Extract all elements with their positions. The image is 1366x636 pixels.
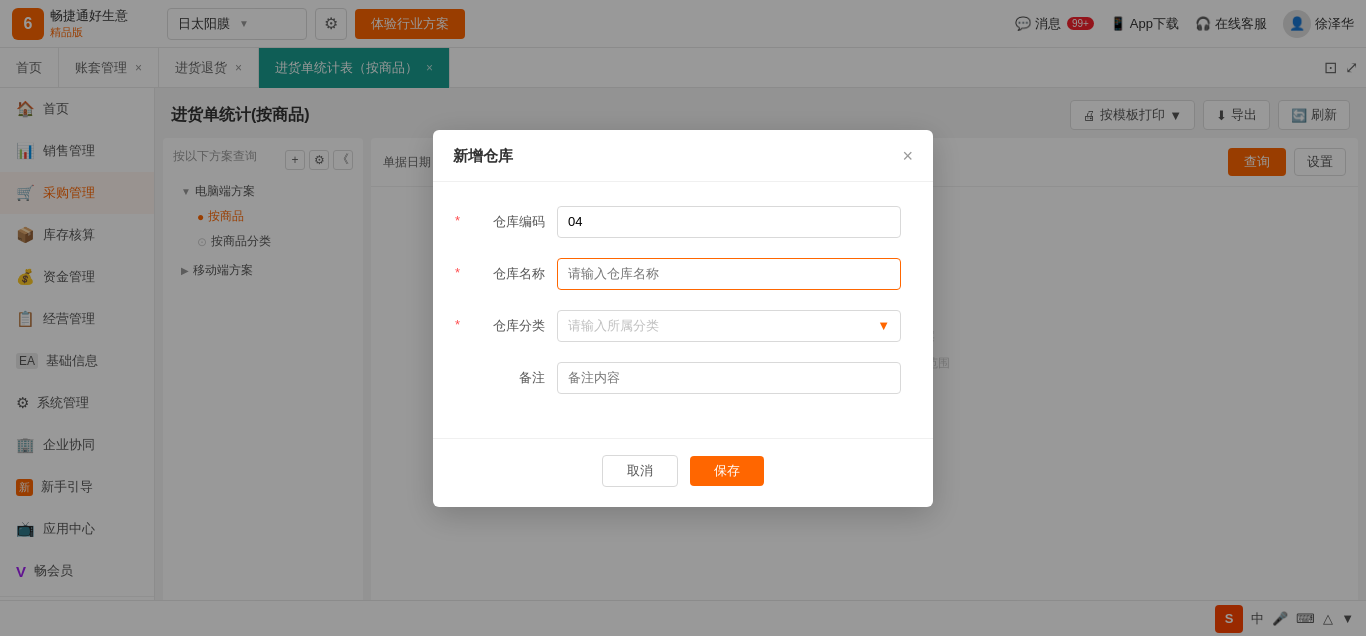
form-row-category: 仓库分类 请输入所属分类 ▼ bbox=[465, 310, 901, 342]
modal-footer: 取消 保存 bbox=[433, 438, 933, 507]
modal-header: 新增仓库 × bbox=[433, 130, 933, 182]
modal-close-button[interactable]: × bbox=[902, 146, 913, 167]
category-select[interactable]: 请输入所属分类 ▼ bbox=[557, 310, 901, 342]
form-row-remark: 备注 bbox=[465, 362, 901, 394]
remark-label: 备注 bbox=[465, 369, 545, 387]
form-row-name: 仓库名称 bbox=[465, 258, 901, 290]
category-dropdown-icon: ▼ bbox=[877, 318, 890, 333]
remark-input[interactable] bbox=[557, 362, 901, 394]
cancel-button[interactable]: 取消 bbox=[602, 455, 678, 487]
name-label: 仓库名称 bbox=[465, 265, 545, 283]
save-button[interactable]: 保存 bbox=[690, 456, 764, 486]
new-warehouse-modal: 新增仓库 × 仓库编码 仓库名称 仓库分类 请输入所属分类 ▼ bbox=[433, 130, 933, 507]
code-label: 仓库编码 bbox=[465, 213, 545, 231]
category-label: 仓库分类 bbox=[465, 317, 545, 335]
modal-overlay: 新增仓库 × 仓库编码 仓库名称 仓库分类 请输入所属分类 ▼ bbox=[0, 0, 1366, 636]
warehouse-name-input[interactable] bbox=[557, 258, 901, 290]
modal-body: 仓库编码 仓库名称 仓库分类 请输入所属分类 ▼ 备注 bbox=[433, 182, 933, 430]
modal-title: 新增仓库 bbox=[453, 147, 513, 166]
warehouse-code-input[interactable] bbox=[557, 206, 901, 238]
form-row-code: 仓库编码 bbox=[465, 206, 901, 238]
